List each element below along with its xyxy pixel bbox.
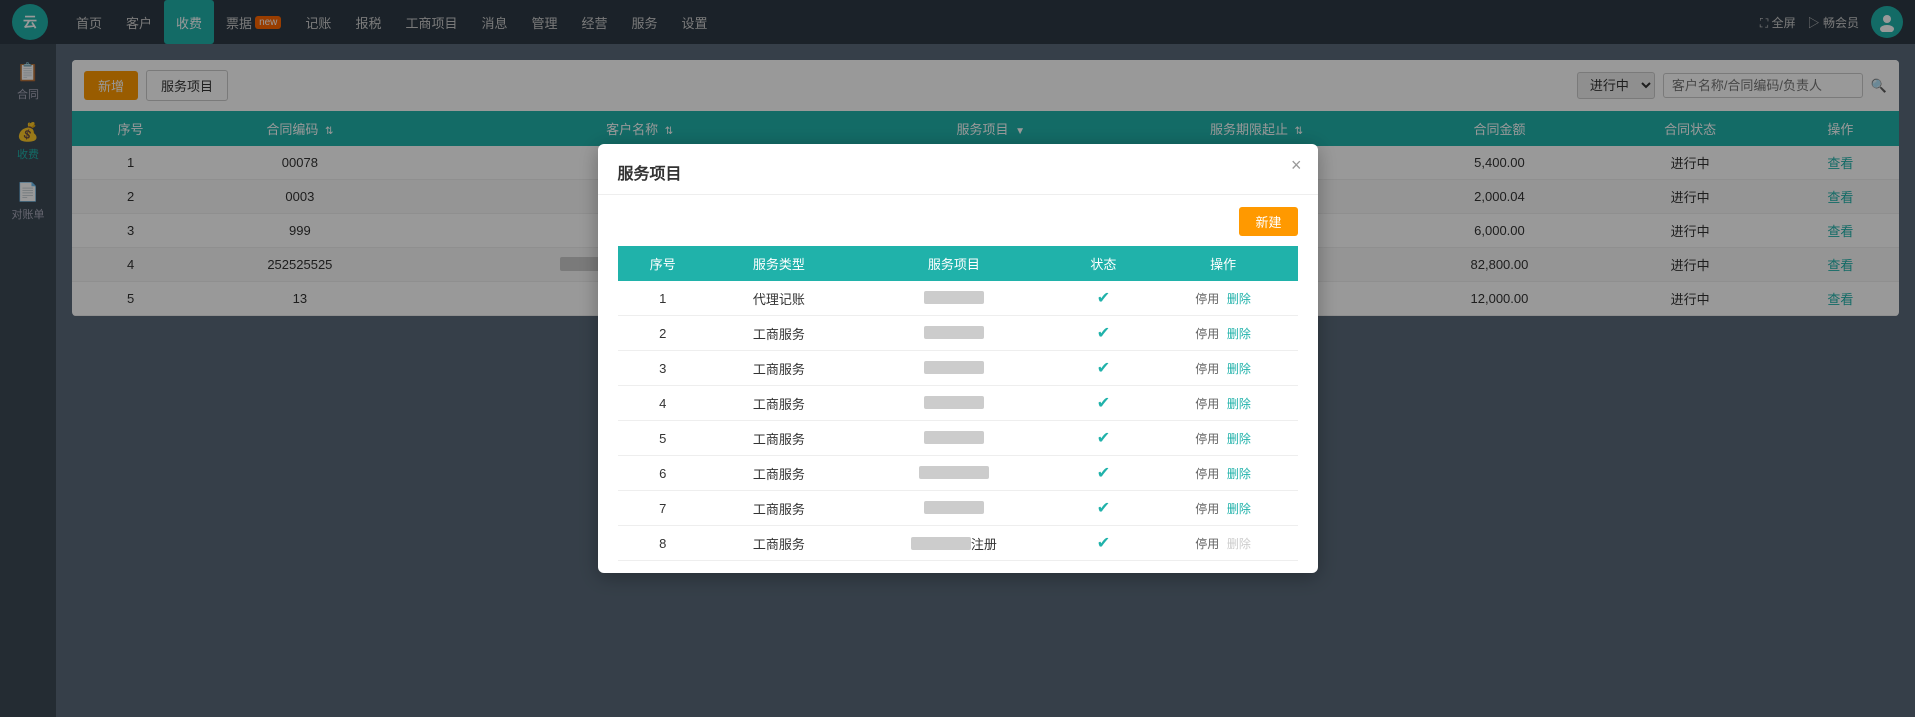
delete-button[interactable]: 删除 bbox=[1227, 292, 1251, 306]
stop-button[interactable]: 停用 bbox=[1195, 432, 1219, 446]
modal-table-row: 7 工商服务 ✔ 停用 删除 bbox=[618, 491, 1298, 526]
status-check-icon: ✔ bbox=[1097, 535, 1110, 552]
status-check-icon: ✔ bbox=[1097, 430, 1110, 447]
stop-button[interactable]: 停用 bbox=[1195, 467, 1219, 481]
modal-col-type: 服务类型 bbox=[708, 246, 850, 281]
delete-button[interactable]: 删除 bbox=[1227, 362, 1251, 376]
status-check-icon: ✔ bbox=[1097, 360, 1110, 377]
modal-table-row: 2 工商服务 ✔ 停用 删除 bbox=[618, 316, 1298, 351]
delete-button[interactable]: 删除 bbox=[1227, 397, 1251, 411]
status-check-icon: ✔ bbox=[1097, 325, 1110, 342]
delete-button[interactable]: 删除 bbox=[1227, 467, 1251, 481]
modal-close-button[interactable]: × bbox=[1291, 156, 1302, 174]
modal-new-button[interactable]: 新建 bbox=[1239, 207, 1297, 236]
delete-button[interactable]: 删除 bbox=[1227, 537, 1251, 551]
stop-button[interactable]: 停用 bbox=[1195, 327, 1219, 341]
modal-col-seq: 序号 bbox=[618, 246, 709, 281]
delete-button[interactable]: 删除 bbox=[1227, 502, 1251, 516]
modal-col-item: 服务项目 bbox=[850, 246, 1059, 281]
modal-toolbar: 新建 bbox=[618, 207, 1298, 236]
modal-table-row: 4 工商服务 ✔ 停用 删除 bbox=[618, 386, 1298, 421]
status-check-icon: ✔ bbox=[1097, 290, 1110, 307]
status-check-icon: ✔ bbox=[1097, 500, 1110, 517]
status-check-icon: ✔ bbox=[1097, 395, 1110, 412]
stop-button[interactable]: 停用 bbox=[1195, 292, 1219, 306]
modal-table-row: 5 工商服务 ✔ 停用 删除 bbox=[618, 421, 1298, 456]
modal-col-action: 操作 bbox=[1149, 246, 1298, 281]
status-check-icon: ✔ bbox=[1097, 465, 1110, 482]
modal-table-row: 3 工商服务 ✔ 停用 删除 bbox=[618, 351, 1298, 386]
stop-button[interactable]: 停用 bbox=[1195, 397, 1219, 411]
delete-button[interactable]: 删除 bbox=[1227, 432, 1251, 446]
modal-table-row: 1 代理记账 1 ✔ 停用 删除 bbox=[618, 281, 1298, 316]
modal-scroll-area[interactable]: 序号 服务类型 服务项目 状态 操作 1 代理记账 1 ✔ bbox=[618, 246, 1298, 561]
modal-overlay: 服务项目 × 新建 序号 服务类型 服务项目 状态 操作 bbox=[0, 0, 1915, 717]
stop-button[interactable]: 停用 bbox=[1195, 362, 1219, 376]
delete-button[interactable]: 删除 bbox=[1227, 327, 1251, 341]
modal-table-row: 6 工商服务 ✔ 停用 删除 bbox=[618, 456, 1298, 491]
service-item-table: 序号 服务类型 服务项目 状态 操作 1 代理记账 1 ✔ bbox=[618, 246, 1298, 561]
modal-title: 服务项目 bbox=[598, 144, 1318, 195]
stop-button[interactable]: 停用 bbox=[1195, 537, 1219, 551]
modal-col-status: 状态 bbox=[1058, 246, 1149, 281]
service-item-modal: 服务项目 × 新建 序号 服务类型 服务项目 状态 操作 bbox=[598, 144, 1318, 573]
stop-button[interactable]: 停用 bbox=[1195, 502, 1219, 516]
modal-body: 新建 序号 服务类型 服务项目 状态 操作 bbox=[598, 195, 1318, 573]
modal-table-row: 8 工商服务 注册 ✔ 停用 删除 bbox=[618, 526, 1298, 561]
